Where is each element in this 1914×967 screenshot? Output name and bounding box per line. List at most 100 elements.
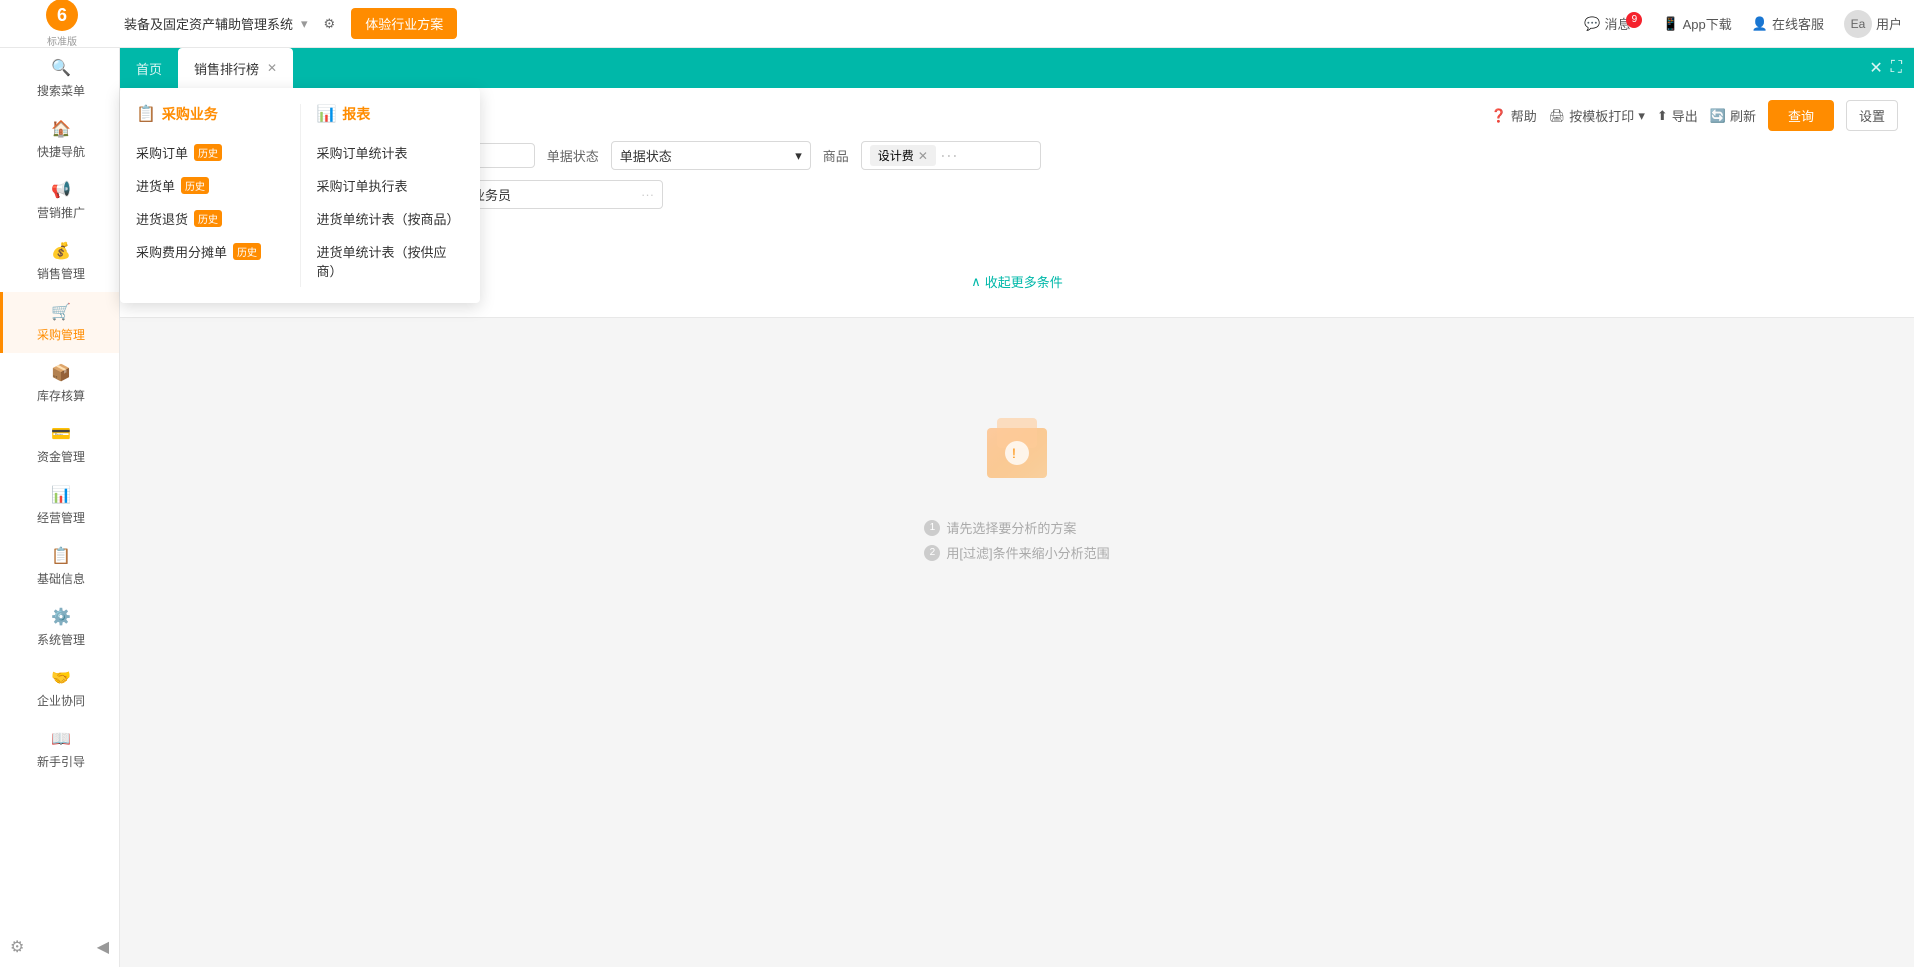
dropdown-report-title: 📊 报表 (317, 104, 465, 124)
refresh-label: 刷新 (1730, 106, 1756, 125)
sidebar-item-basic[interactable]: 📋 基础信息 (0, 536, 119, 597)
sidebar-item-cooperation[interactable]: 🤝 企业协同 (0, 658, 119, 719)
collapse-up-icon: ∧ (971, 274, 981, 290)
print-dropdown-icon: ▾ (1638, 108, 1645, 124)
tab-fullscreen-action[interactable]: ⛶ (1891, 59, 1902, 77)
sidebar-bottom: ⚙ ◀ (0, 927, 119, 967)
doc-status-dropdown-icon: ▾ (795, 148, 802, 164)
sidebar-item-purchase[interactable]: 🛒 采购管理 (0, 292, 119, 353)
sales-icon: 💰 (51, 241, 71, 261)
dropdown-purchase-order[interactable]: 采购订单 历史 (136, 136, 284, 169)
dropdown-divider (300, 104, 301, 287)
sidebar-label-basic: 基础信息 (37, 570, 85, 587)
tab-home-label: 首页 (136, 59, 162, 78)
query-button[interactable]: 查询 (1768, 100, 1834, 131)
refresh-icon: 🔄 (1710, 108, 1726, 124)
sidebar-item-marketing[interactable]: 📢 营销推广 (0, 170, 119, 231)
online-service-btn[interactable]: 👤 在线客服 (1752, 14, 1824, 33)
empty-tips: 1 请先选择要分析的方案 2 用[过滤]条件来缩小分析范围 (924, 518, 1109, 568)
purchase-icon: 🛒 (51, 302, 71, 322)
doc-status-select[interactable]: 单据状态 ▾ (611, 141, 811, 170)
sidebar-label-purchase: 采购管理 (37, 326, 85, 343)
message-badge: 9 (1626, 12, 1642, 28)
sidebar-item-operations[interactable]: 📊 经营管理 (0, 475, 119, 536)
dropdown-purchase-return[interactable]: 进货退货 历史 (136, 202, 284, 235)
tab-close-action[interactable]: ✕ (1869, 58, 1882, 78)
sidebar-label-inventory: 库存核算 (37, 387, 85, 404)
salesman-dots: ··· (641, 187, 654, 202)
sidebar-label-quick-nav: 快捷导航 (37, 143, 85, 160)
sidebar-label-operations: 经营管理 (37, 509, 85, 526)
export-btn[interactable]: ⬆ 导出 (1657, 106, 1698, 125)
empty-tip-2: 2 用[过滤]条件来缩小分析范围 (924, 543, 1109, 562)
cooperation-icon: 🤝 (51, 668, 71, 688)
dropdown-report-order-exec[interactable]: 采购订单执行表 (317, 169, 465, 202)
tab-bar-actions: ✕ ⛶ (1861, 58, 1914, 78)
messages-btn[interactable]: 💬 消息 9 (1584, 14, 1642, 33)
dropdown-report-goods-in-by-supplier[interactable]: 进货单统计表（按供应商） (317, 235, 465, 287)
avatar: Ea (1844, 10, 1872, 38)
dropdown-report-icon: 📊 (317, 104, 337, 124)
collapse-btn[interactable]: ∧ 收起更多条件 (971, 264, 1063, 299)
industry-btn[interactable]: 体验行业方案 (351, 8, 457, 39)
history-badge-0: 历史 (194, 144, 222, 161)
toolbar-right: ❓ 帮助 🖨 按模板打印 ▾ ⬆ 导出 🔄 (1491, 100, 1898, 131)
app-download-btn[interactable]: 📱 App下载 (1662, 14, 1731, 33)
empty-illustration: ! (967, 398, 1067, 498)
salesman-select[interactable]: 业务员 ··· (463, 180, 663, 209)
sidebar-collapse-btn[interactable]: ◀ (97, 937, 109, 957)
sidebar-label-marketing: 营销推广 (37, 204, 85, 221)
dropdown-purchase-expense[interactable]: 采购费用分摊单 历史 (136, 235, 284, 268)
guide-icon: 📖 (51, 729, 71, 749)
settings-button[interactable]: 设置 (1846, 100, 1898, 131)
settings-icon[interactable]: ⚙ (324, 16, 336, 32)
dropdown-purchase-icon: 📋 (136, 104, 156, 124)
help-btn[interactable]: ❓ 帮助 (1491, 106, 1537, 125)
message-icon: 💬 (1584, 16, 1600, 32)
logo-subtext: 标准版 (47, 33, 77, 48)
tab-sales-rank-label: 销售排行榜 (194, 59, 259, 78)
sidebar-label-sales: 销售管理 (37, 265, 85, 282)
system-name: 装备及固定资产辅助管理系统 (124, 14, 293, 33)
sidebar-item-search[interactable]: 🔍 搜索菜单 (0, 48, 119, 109)
help-label: 帮助 (1511, 106, 1537, 125)
system-dropdown-arrow[interactable]: ▾ (301, 16, 308, 32)
dropdown-purchase-goods-in[interactable]: 进货单 历史 (136, 169, 284, 202)
tab-sales-rank[interactable]: 销售排行榜 ✕ (178, 48, 293, 88)
service-icon: 👤 (1752, 16, 1768, 32)
logo: 6 标准版 (12, 0, 112, 48)
sidebar-item-sales[interactable]: 💰 销售管理 (0, 231, 119, 292)
sidebar-label-cooperation: 企业协同 (37, 692, 85, 709)
sidebar-item-quick-nav[interactable]: 🏠 快捷导航 (0, 109, 119, 170)
sidebar-item-system[interactable]: ⚙️ 系统管理 (0, 597, 119, 658)
system-name-container: 装备及固定资产辅助管理系统 ▾ ⚙ (124, 14, 335, 33)
sidebar-item-guide[interactable]: 📖 新手引导 (0, 719, 119, 780)
dropdown-purchase-col: 📋 采购业务 采购订单 历史 进货单 历史 进货退货 历史 采购费用分摊单 历史 (136, 104, 284, 287)
goods-tag-close[interactable]: ✕ (918, 149, 928, 163)
goods-container: 设计费 ✕ ··· (861, 141, 1041, 170)
user-btn[interactable]: Ea 用户 (1844, 10, 1902, 38)
refresh-btn[interactable]: 🔄 刷新 (1710, 106, 1756, 125)
user-label: 用户 (1876, 14, 1902, 33)
phone-icon: 📱 (1662, 16, 1678, 32)
purchase-dropdown-menu: 📋 采购业务 采购订单 历史 进货单 历史 进货退货 历史 采购费用分摊单 历史… (120, 88, 480, 303)
sidebar-settings-btn[interactable]: ⚙ (10, 937, 24, 957)
goods-more[interactable]: ··· (940, 145, 958, 166)
dropdown-report-order-stat[interactable]: 采购订单统计表 (317, 136, 465, 169)
system-icon: ⚙️ (51, 607, 71, 627)
operations-icon: 📊 (51, 485, 71, 505)
history-badge-2: 历史 (194, 210, 222, 227)
print-btn[interactable]: 🖨 按模板打印 ▾ (1549, 106, 1645, 125)
tab-close-icon[interactable]: ✕ (267, 61, 277, 75)
basic-icon: 📋 (51, 546, 71, 566)
sidebar-item-inventory[interactable]: 📦 库存核算 (0, 353, 119, 414)
tab-home[interactable]: 首页 (120, 48, 178, 88)
sidebar-item-finance[interactable]: 💳 资金管理 (0, 414, 119, 475)
search-icon: 🔍 (51, 58, 71, 78)
empty-tip-1: 1 请先选择要分析的方案 (924, 518, 1109, 537)
collapse-label: 收起更多条件 (985, 272, 1063, 291)
goods-label: 商品 (823, 146, 849, 165)
dropdown-purchase-title: 📋 采购业务 (136, 104, 284, 124)
dropdown-report-col: 📊 报表 采购订单统计表 采购订单执行表 进货单统计表（按商品） 进货单统计表（… (317, 104, 465, 287)
dropdown-report-goods-in-by-product[interactable]: 进货单统计表（按商品） (317, 202, 465, 235)
